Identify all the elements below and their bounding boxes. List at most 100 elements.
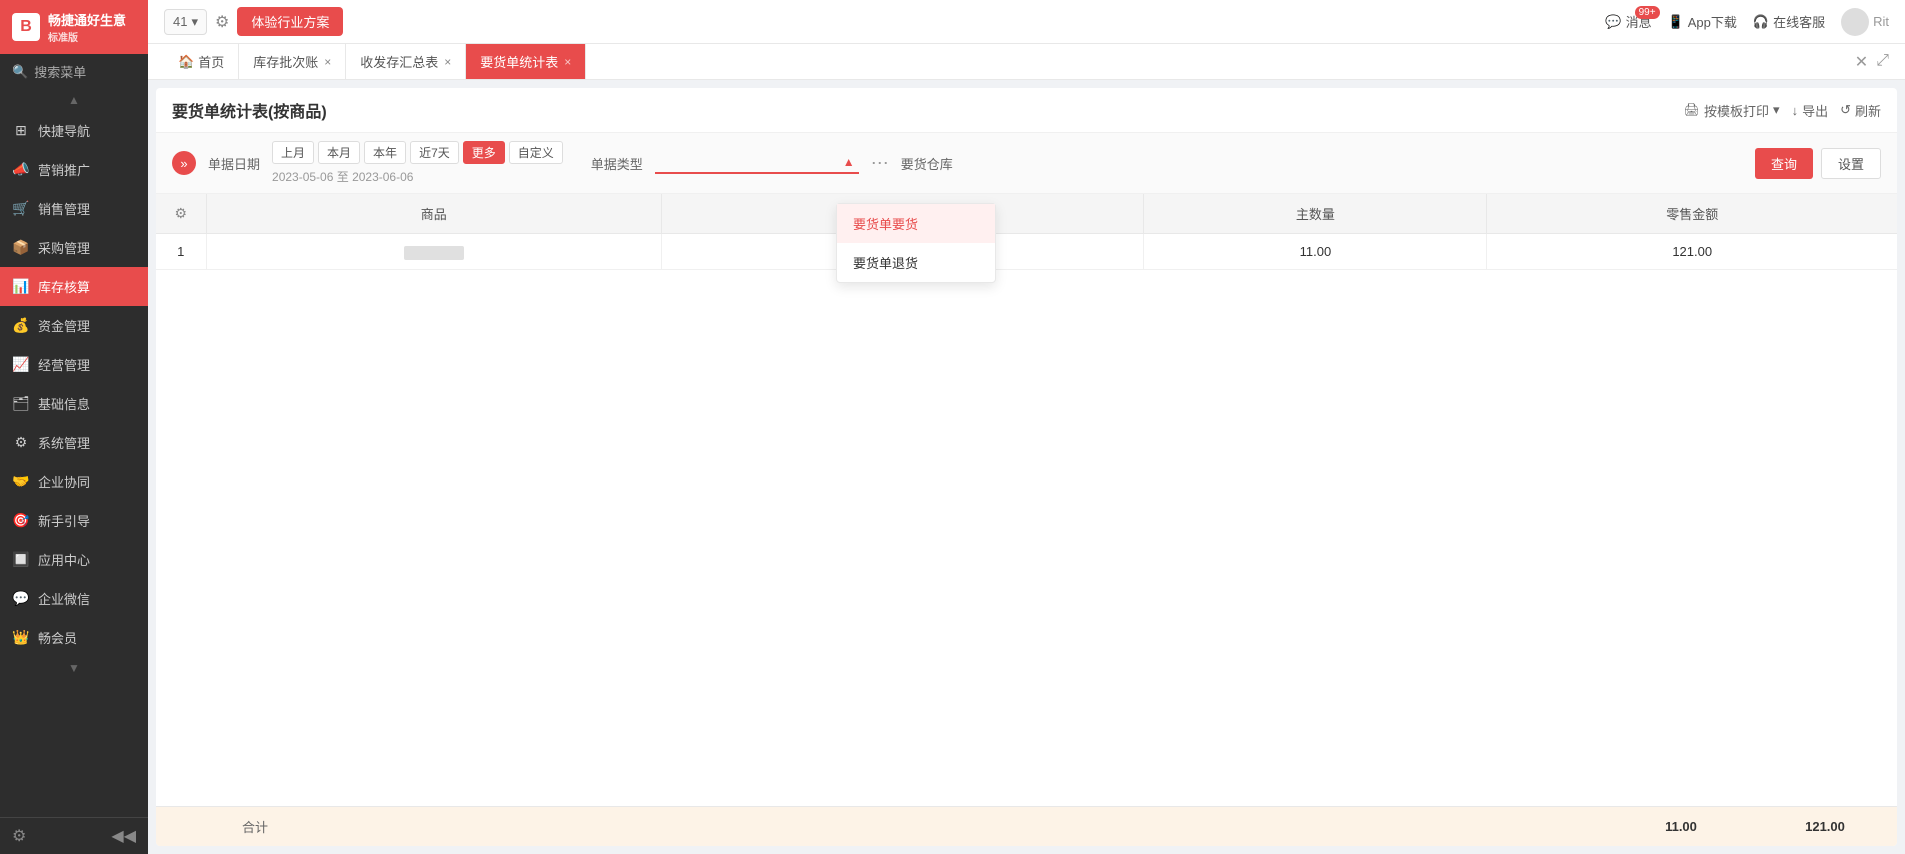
tab-order-summary[interactable]: 要货单统计表 × xyxy=(466,44,586,79)
beginner-icon: 🎯 xyxy=(12,512,30,529)
sidebar-item-marketing[interactable]: 📣 营销推广 xyxy=(0,150,148,189)
topbar-right: 💬 消息 99+ 📱 App下载 🎧 在线客服 Rit xyxy=(1605,8,1889,36)
filter-bar: » 单据日期 上月 本月 本年 近7天 更多 自定义 2023-05-06 至 … xyxy=(156,133,1897,194)
sidebar-item-beginner[interactable]: 🎯 新手引导 xyxy=(0,501,148,540)
sidebar: B 畅捷通好生意 标准版 🔍 搜索菜单 ▲ ⊞ 快捷导航 📣 营销推广 🛒 销售… xyxy=(0,0,148,854)
phone-icon: 📱 xyxy=(1668,14,1684,30)
tab-close-order-summary[interactable]: × xyxy=(564,55,571,69)
date-range-text: 2023-05-06 至 2023-06-06 xyxy=(272,168,413,185)
company-selector[interactable]: 41 ▾ xyxy=(164,9,207,35)
sidebar-item-inventory[interactable]: 📊 库存核算 xyxy=(0,267,148,306)
table-header-row: ⚙ 商品 主计量单位 主数量 零售金额 xyxy=(156,194,1897,234)
query-btn[interactable]: 查询 xyxy=(1755,148,1813,179)
sidebar-item-enterprise[interactable]: 🤝 企业协同 xyxy=(0,462,148,501)
filter-expand-btn[interactable]: » xyxy=(172,151,196,175)
logo-icon: B xyxy=(12,13,40,41)
headset-icon: 🎧 xyxy=(1753,14,1769,30)
sidebar-item-sales[interactable]: 🛒 销售管理 xyxy=(0,189,148,228)
template-print-btn[interactable]: 🖨 按模板打印 ▾ xyxy=(1684,101,1780,120)
custom-date-btn[interactable]: 自定义 xyxy=(509,141,563,164)
type-chevron-icon: ▲ xyxy=(843,155,855,169)
refresh-icon: ↺ xyxy=(1840,102,1851,118)
collapse-icon[interactable]: ◀◀ xyxy=(111,826,136,846)
tabs-actions: ✕ ⤢ xyxy=(1855,52,1889,72)
messages-icon: 💬 xyxy=(1605,14,1621,30)
warehouse-label: 要货仓库 xyxy=(901,154,953,173)
dropdown-item-order-request[interactable]: 要货单要货 xyxy=(837,204,995,243)
table-footer: 合计 11.00 121.00 xyxy=(156,806,1897,846)
td-amount: 121.00 xyxy=(1487,234,1897,270)
messages-btn[interactable]: 💬 消息 99+ xyxy=(1605,12,1651,31)
sidebar-item-quick-nav[interactable]: ⊞ 快捷导航 xyxy=(0,111,148,150)
tab-home[interactable]: 🏠 首页 xyxy=(164,44,239,79)
this-year-btn[interactable]: 本年 xyxy=(364,141,406,164)
tab-inventory-batch[interactable]: 库存批次账 × xyxy=(239,44,346,79)
this-month-btn[interactable]: 本月 xyxy=(318,141,360,164)
sidebar-item-basic-info[interactable]: 🗂 基础信息 xyxy=(0,384,148,423)
page-header-actions: 🖨 按模板打印 ▾ ↓ 导出 ↺ 刷新 xyxy=(1684,101,1882,120)
app-download-btn[interactable]: 📱 App下载 xyxy=(1668,12,1737,31)
print-icon: 🖨 xyxy=(1684,102,1701,118)
expand-tabs-btn[interactable]: ⤢ xyxy=(1876,52,1889,72)
sidebar-item-purchase[interactable]: 📦 采购管理 xyxy=(0,228,148,267)
sidebar-scroll-down[interactable]: ▼ xyxy=(0,657,148,679)
system-icon: ⚙ xyxy=(12,434,30,451)
product-blurred xyxy=(404,246,464,260)
avatar-img xyxy=(1841,8,1869,36)
refresh-btn[interactable]: ↺ 刷新 xyxy=(1840,101,1881,120)
last-month-btn[interactable]: 上月 xyxy=(272,141,314,164)
trial-btn[interactable]: 体验行业方案 xyxy=(237,7,343,36)
topbar-gear-icon[interactable]: ⚙ xyxy=(215,12,229,32)
sidebar-nav: ▲ ⊞ 快捷导航 📣 营销推广 🛒 销售管理 📦 采购管理 📊 库存核算 💰 资… xyxy=(0,89,148,817)
username-text: Rit xyxy=(1873,14,1889,29)
filter-more-btn[interactable]: ⋯ xyxy=(871,153,889,174)
print-chevron-icon: ▾ xyxy=(1773,102,1780,118)
tab-close-inventory-batch[interactable]: × xyxy=(324,55,331,69)
settings-bottom-icon[interactable]: ⚙ xyxy=(12,826,26,846)
more-btn[interactable]: 更多 xyxy=(463,141,505,164)
filter-actions: 查询 设置 xyxy=(1755,148,1881,179)
logo-text: 畅捷通好生意 标准版 xyxy=(48,10,126,44)
sidebar-item-operations[interactable]: 📈 经营管理 xyxy=(0,345,148,384)
operations-icon: 📈 xyxy=(12,356,30,373)
th-product: 商品 xyxy=(206,194,662,234)
page-header: 要货单统计表(按商品) 🖨 按模板打印 ▾ ↓ 导出 ↺ 刷新 xyxy=(156,88,1897,133)
topbar-left: 41 ▾ ⚙ 体验行业方案 xyxy=(164,7,1593,36)
export-icon: ↓ xyxy=(1792,103,1799,118)
type-input-container[interactable]: ▲ xyxy=(655,153,859,174)
footer-quantity: 11.00 xyxy=(1621,819,1741,834)
table-settings-icon[interactable]: ⚙ xyxy=(174,205,187,221)
footer-label: 合计 xyxy=(242,817,268,836)
type-label: 单据类型 xyxy=(591,154,643,173)
th-settings: ⚙ xyxy=(156,194,206,234)
export-btn[interactable]: ↓ 导出 xyxy=(1792,101,1829,120)
date-btn-group: 上月 本月 本年 近7天 更多 自定义 xyxy=(272,141,563,164)
sidebar-scroll-up[interactable]: ▲ xyxy=(0,89,148,111)
settings-btn[interactable]: 设置 xyxy=(1821,148,1881,179)
sidebar-item-finance[interactable]: 💰 资金管理 xyxy=(0,306,148,345)
inventory-icon: 📊 xyxy=(12,278,30,295)
date-label: 单据日期 xyxy=(208,154,260,173)
search-icon: 🔍 xyxy=(12,64,28,80)
dropdown-item-order-return[interactable]: 要货单退货 xyxy=(837,243,995,282)
messages-badge: 99+ xyxy=(1635,6,1660,19)
type-input[interactable] xyxy=(659,155,839,170)
sidebar-item-member[interactable]: 👑 畅会员 xyxy=(0,618,148,657)
home-icon: 🏠 xyxy=(178,54,194,70)
sidebar-item-app-center[interactable]: 🔲 应用中心 xyxy=(0,540,148,579)
sidebar-bottom: ⚙ ◀◀ xyxy=(0,817,148,854)
table-wrap: ⚙ 商品 主计量单位 主数量 零售金额 1 块 xyxy=(156,194,1897,806)
purchase-icon: 📦 xyxy=(12,239,30,256)
sidebar-item-system[interactable]: ⚙ 系统管理 xyxy=(0,423,148,462)
search-menu[interactable]: 🔍 搜索菜单 xyxy=(0,54,148,89)
online-service-btn[interactable]: 🎧 在线客服 xyxy=(1753,12,1825,31)
app-center-icon: 🔲 xyxy=(12,551,30,568)
date-filters: 上月 本月 本年 近7天 更多 自定义 2023-05-06 至 2023-06… xyxy=(272,141,563,185)
close-all-tabs-btn[interactable]: ✕ xyxy=(1855,52,1868,72)
sidebar-item-wechat[interactable]: 💬 企业微信 xyxy=(0,579,148,618)
tab-receive-summary[interactable]: 收发存汇总表 × xyxy=(346,44,466,79)
last-7days-btn[interactable]: 近7天 xyxy=(410,141,459,164)
user-avatar[interactable]: Rit xyxy=(1841,8,1889,36)
page-body: 要货单统计表(按商品) 🖨 按模板打印 ▾ ↓ 导出 ↺ 刷新 xyxy=(156,88,1897,846)
tab-close-receive-summary[interactable]: × xyxy=(444,55,451,69)
